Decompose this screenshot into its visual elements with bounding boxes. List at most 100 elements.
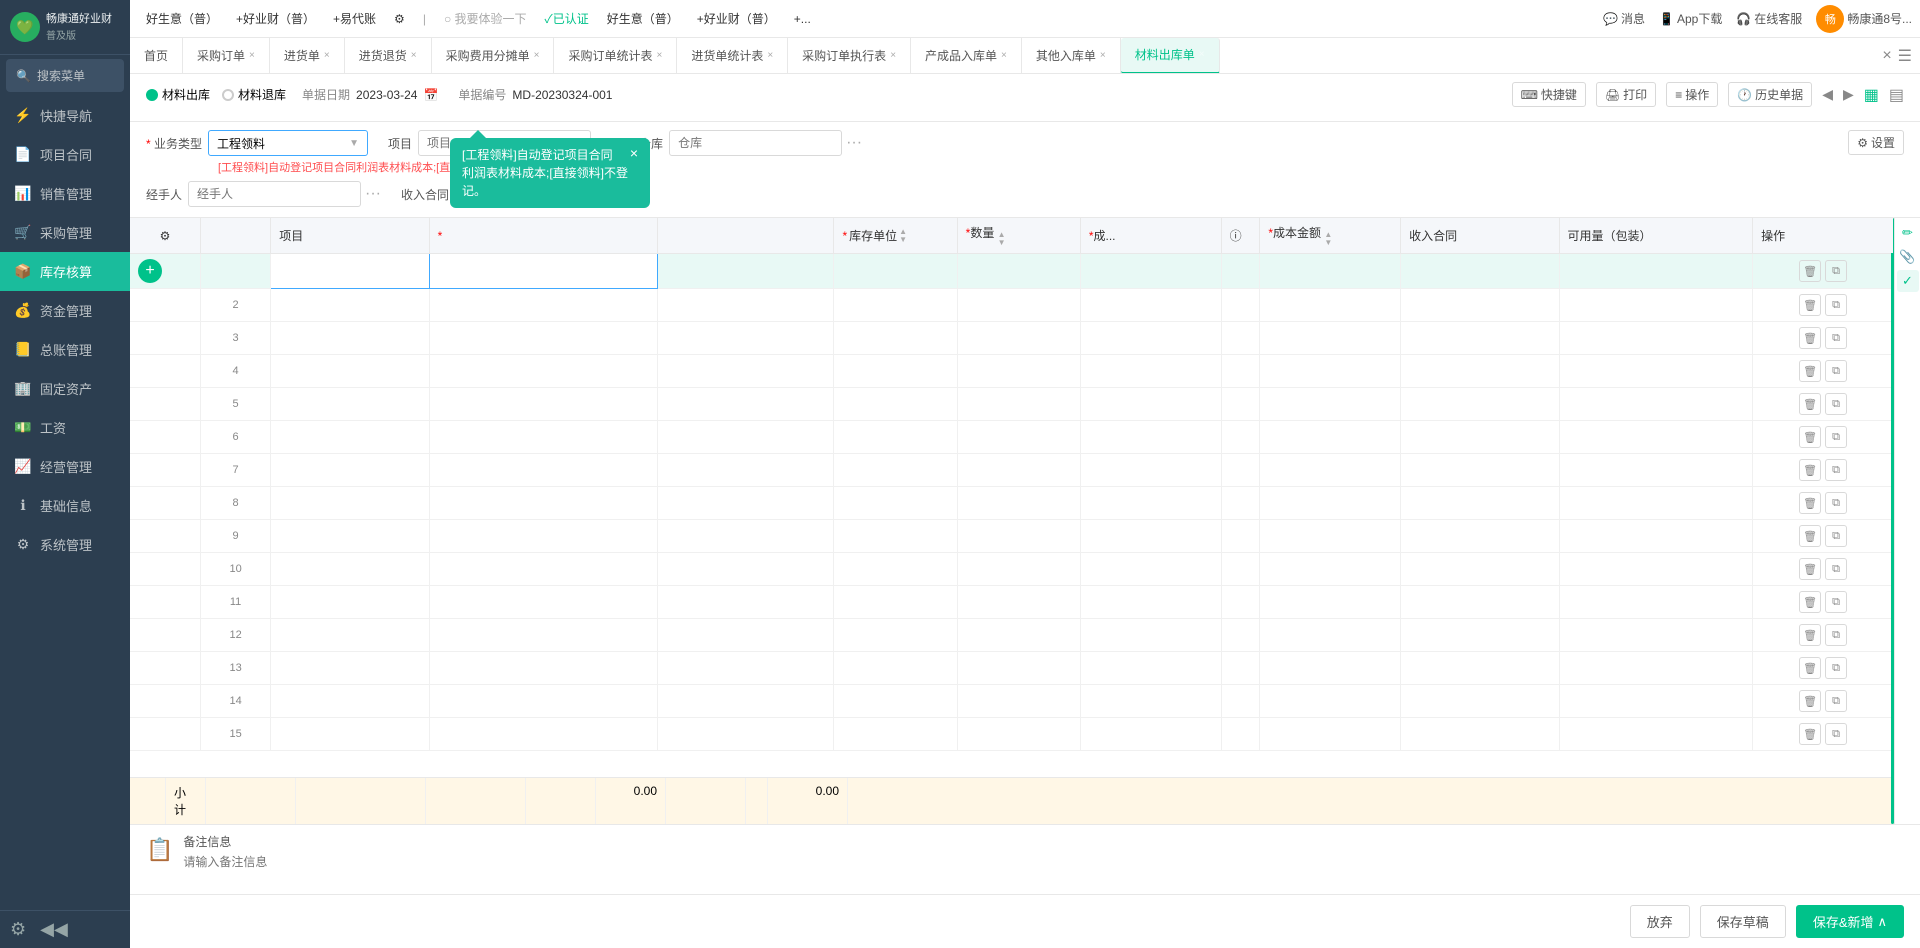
table-cell[interactable] bbox=[658, 289, 834, 322]
table-cell[interactable] bbox=[1221, 487, 1260, 520]
delete-row-button[interactable]: 🗑 bbox=[1799, 525, 1821, 547]
table-cell[interactable] bbox=[1221, 586, 1260, 619]
table-cell[interactable] bbox=[1221, 289, 1260, 322]
table-cell[interactable] bbox=[1401, 355, 1559, 388]
table-cell[interactable] bbox=[271, 322, 429, 355]
table-cell[interactable] bbox=[1401, 322, 1559, 355]
table-cell[interactable] bbox=[1559, 718, 1753, 751]
table-cell[interactable] bbox=[658, 322, 834, 355]
table-cell[interactable] bbox=[1260, 289, 1401, 322]
table-cell[interactable] bbox=[834, 553, 957, 586]
table-cell[interactable] bbox=[429, 322, 658, 355]
table-cell[interactable] bbox=[271, 289, 429, 322]
delete-row-button[interactable]: 🗑 bbox=[1799, 393, 1821, 415]
copy-row-button[interactable]: ⧉ bbox=[1825, 624, 1847, 646]
tab-close-icon[interactable]: × bbox=[1100, 50, 1106, 61]
table-cell[interactable] bbox=[957, 388, 1080, 421]
table-cell[interactable] bbox=[957, 421, 1080, 454]
table-cell[interactable] bbox=[658, 652, 834, 685]
table-cell[interactable] bbox=[834, 355, 957, 388]
table-cell[interactable] bbox=[834, 421, 957, 454]
table-cell[interactable] bbox=[658, 520, 834, 553]
table-cell[interactable] bbox=[1080, 487, 1221, 520]
copy-row-button[interactable]: ⧉ bbox=[1825, 591, 1847, 613]
tab-purchase-fee[interactable]: 采购费用分摊单 × bbox=[432, 38, 555, 74]
table-cell[interactable] bbox=[1221, 718, 1260, 751]
table-cell[interactable] bbox=[1080, 619, 1221, 652]
table-cell[interactable] bbox=[834, 619, 957, 652]
radio-material-out[interactable]: 材料出库 bbox=[146, 86, 210, 103]
table-cell[interactable] bbox=[1559, 322, 1753, 355]
table-cell[interactable] bbox=[1401, 619, 1559, 652]
table-cell[interactable] bbox=[834, 487, 957, 520]
table-container[interactable]: ⚙ 项目 * *库存单位 bbox=[130, 218, 1894, 777]
tab-close-icon[interactable]: × bbox=[411, 50, 417, 61]
sidebar-item-purchase[interactable]: 🛒 采购管理 bbox=[0, 213, 130, 252]
table-cell[interactable] bbox=[658, 355, 834, 388]
table-cell[interactable] bbox=[271, 652, 429, 685]
sidebar-item-system[interactable]: ⚙ 系统管理 bbox=[0, 525, 130, 564]
table-cell[interactable] bbox=[429, 586, 658, 619]
table-cell[interactable] bbox=[834, 289, 957, 322]
table-cell[interactable] bbox=[429, 454, 658, 487]
copy-row-button[interactable]: ⧉ bbox=[1825, 690, 1847, 712]
table-cell[interactable] bbox=[1260, 586, 1401, 619]
table-cell[interactable] bbox=[1221, 322, 1260, 355]
table-cell[interactable] bbox=[1401, 487, 1559, 520]
table-cell[interactable] bbox=[1260, 355, 1401, 388]
table-cell[interactable] bbox=[658, 586, 834, 619]
handler-input[interactable] bbox=[188, 181, 361, 207]
warehouse-select-icon[interactable]: ··· bbox=[846, 134, 862, 152]
delete-row-button[interactable]: 🗑 bbox=[1799, 260, 1821, 282]
table-cell[interactable] bbox=[957, 553, 1080, 586]
row-project-cell[interactable] bbox=[271, 254, 429, 289]
copy-row-button[interactable]: ⧉ bbox=[1825, 492, 1847, 514]
table-cell[interactable] bbox=[658, 619, 834, 652]
delete-row-button[interactable]: 🗑 bbox=[1799, 327, 1821, 349]
delete-row-button[interactable]: 🗑 bbox=[1799, 657, 1821, 679]
table-cell[interactable] bbox=[1080, 454, 1221, 487]
copy-row-button[interactable]: ⧉ bbox=[1825, 459, 1847, 481]
table-cell[interactable] bbox=[1080, 553, 1221, 586]
delete-row-button[interactable]: 🗑 bbox=[1799, 591, 1821, 613]
sidebar-item-assets[interactable]: 🏢 固定资产 bbox=[0, 369, 130, 408]
table-cell[interactable] bbox=[271, 487, 429, 520]
table-cell[interactable] bbox=[1260, 421, 1401, 454]
table-cell[interactable] bbox=[834, 586, 957, 619]
table-cell[interactable] bbox=[271, 685, 429, 718]
table-cell[interactable] bbox=[1260, 322, 1401, 355]
copy-row-button[interactable]: ⧉ bbox=[1825, 426, 1847, 448]
nav-yidaizhang[interactable]: +易代账 bbox=[325, 7, 384, 30]
warehouse-input[interactable] bbox=[669, 130, 842, 156]
table-cell[interactable] bbox=[271, 586, 429, 619]
table-cell[interactable] bbox=[1401, 388, 1559, 421]
table-cell[interactable] bbox=[957, 322, 1080, 355]
table-cell[interactable] bbox=[271, 355, 429, 388]
table-cell[interactable] bbox=[1080, 421, 1221, 454]
tab-home[interactable]: 首页 bbox=[130, 38, 183, 74]
table-cell[interactable] bbox=[1221, 553, 1260, 586]
table-cell[interactable] bbox=[1559, 289, 1753, 322]
table-cell[interactable] bbox=[1401, 652, 1559, 685]
table-cell[interactable] bbox=[1221, 454, 1260, 487]
table-cell[interactable] bbox=[1260, 685, 1401, 718]
tab-purchase-return[interactable]: 进货退货 × bbox=[345, 38, 432, 74]
table-cell[interactable] bbox=[1221, 388, 1260, 421]
nav-trial[interactable]: ○ 我要体验一下 bbox=[436, 7, 535, 30]
table-cell[interactable] bbox=[1080, 289, 1221, 322]
sidebar-item-inventory[interactable]: 📦 库存核算 bbox=[0, 252, 130, 291]
tab-close-icon[interactable]: × bbox=[249, 50, 255, 61]
sidebar-item-project[interactable]: 📄 项目合同 bbox=[0, 135, 130, 174]
right-icon-edit[interactable]: ✏ bbox=[1897, 222, 1919, 244]
col-header-settings[interactable]: ⚙ bbox=[130, 218, 200, 254]
table-cell[interactable] bbox=[658, 487, 834, 520]
product-cell-input[interactable] bbox=[438, 264, 650, 278]
project-cell-input[interactable] bbox=[279, 264, 420, 278]
form-settings-button[interactable]: ⚙ 设置 bbox=[1848, 130, 1904, 155]
nav-certified[interactable]: ✓已认证 bbox=[537, 7, 597, 30]
table-cell[interactable] bbox=[271, 619, 429, 652]
table-cell[interactable] bbox=[1401, 685, 1559, 718]
table-cell[interactable] bbox=[1559, 619, 1753, 652]
tab-close-icon[interactable]: × bbox=[1001, 50, 1007, 61]
table-cell[interactable] bbox=[658, 388, 834, 421]
